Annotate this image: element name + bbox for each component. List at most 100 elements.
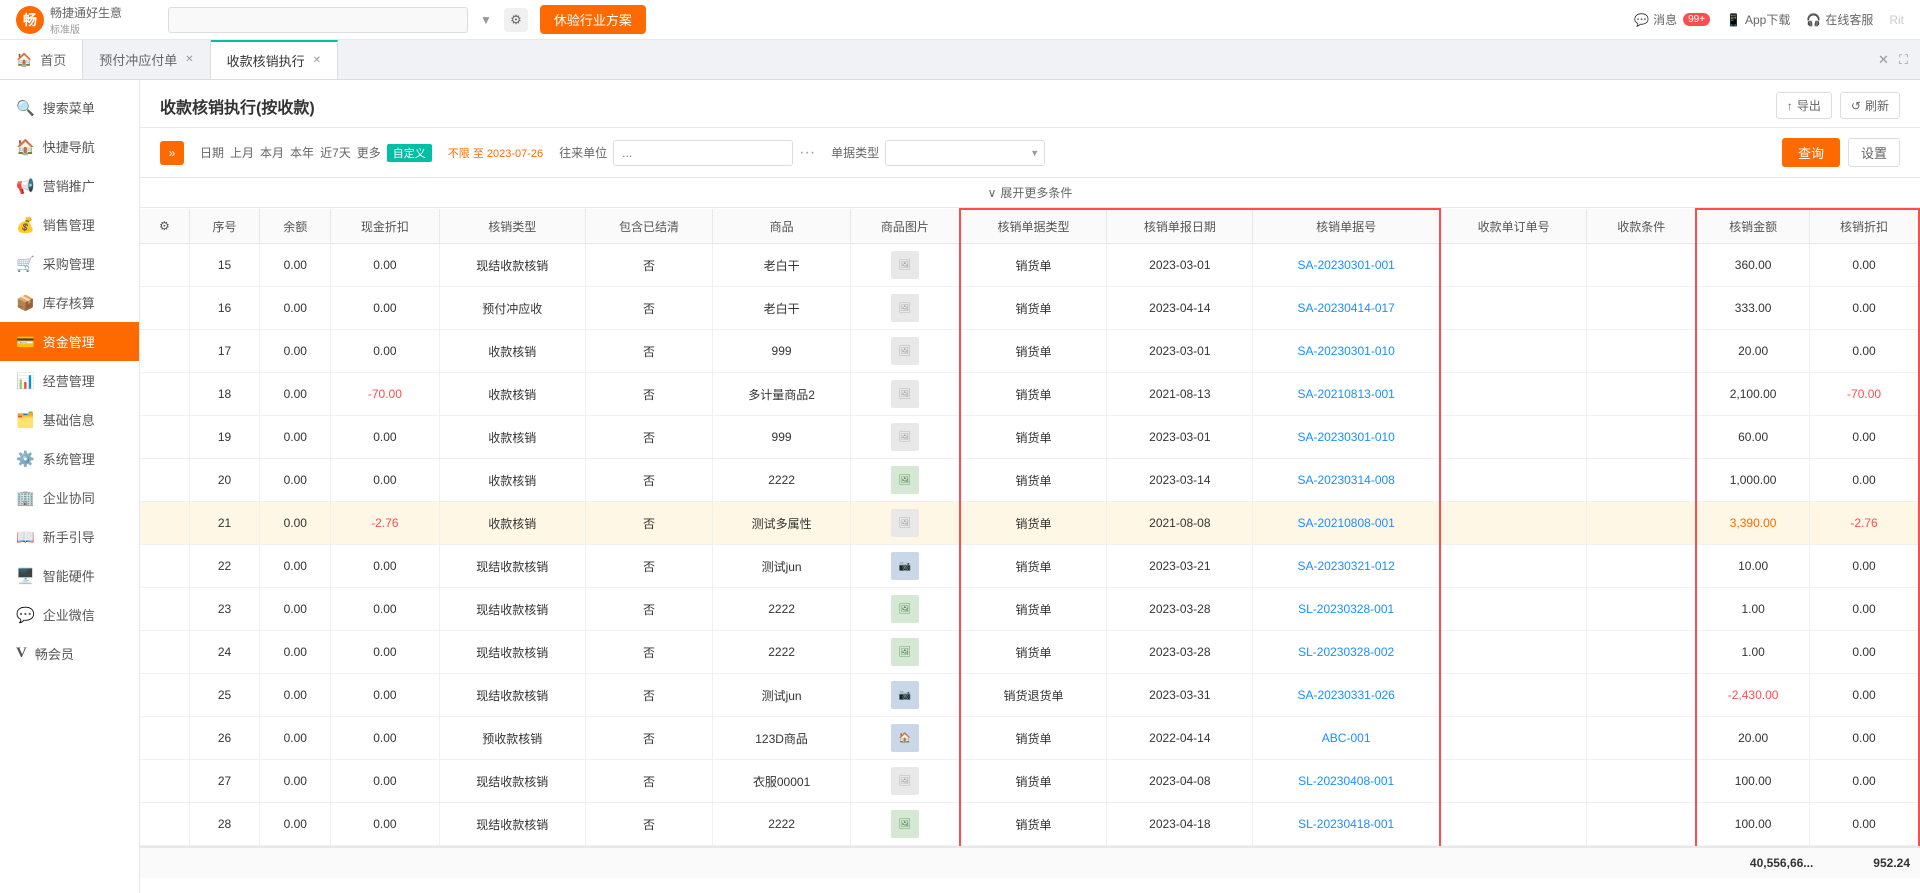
cell-writeoff-amount: 333.00 [1696, 287, 1810, 330]
tab-bar: 🏠 首页 预付冲应付单 ✕ 收款核销执行 ✕ ✕ ⛶ [0, 40, 1920, 80]
window-maximize-icon[interactable]: ⛶ [1899, 52, 1908, 68]
sidebar-item-wechat[interactable]: 💬 企业微信 [0, 595, 139, 634]
cell-actions [140, 330, 189, 373]
bill-no-link[interactable]: SL-20230328-002 [1298, 645, 1394, 659]
bill-no-link[interactable]: SA-20230321-012 [1297, 559, 1394, 573]
bill-no-link[interactable]: SA-20230314-008 [1297, 473, 1394, 487]
cell-product: 测试jun [713, 545, 851, 588]
sidebar-item-guide[interactable]: 📖 新手引导 [0, 517, 139, 556]
filter-actions: 查询 设置 [1782, 138, 1900, 167]
cell-include-settled: 否 [585, 588, 712, 631]
sidebar-item-sales[interactable]: 💰 销售管理 [0, 205, 139, 244]
dropdown-arrow-icon[interactable]: ▼ [480, 13, 492, 27]
bill-no-link[interactable]: SA-20210808-001 [1297, 516, 1394, 530]
bill-no-link[interactable]: SA-20230301-010 [1297, 344, 1394, 358]
sidebar-item-operations[interactable]: 📊 经营管理 [0, 361, 139, 400]
filter-this-month[interactable]: 本月 [260, 144, 284, 161]
bill-no-link[interactable]: SL-20230408-001 [1298, 774, 1394, 788]
cell-include-settled: 否 [585, 674, 712, 717]
cell-balance: 0.00 [260, 373, 331, 416]
partner-input[interactable] [613, 140, 793, 166]
bill-no-link[interactable]: ABC-001 [1322, 731, 1371, 745]
cell-receipt-order-no [1440, 502, 1587, 545]
bill-no-link[interactable]: SA-20230301-001 [1297, 258, 1394, 272]
sidebar-item-marketing[interactable]: 📢 营销推广 [0, 166, 139, 205]
cell-bill-type: 销货单 [960, 459, 1107, 502]
bill-no-link[interactable]: SA-20230414-017 [1297, 301, 1394, 315]
query-button[interactable]: 查询 [1782, 138, 1840, 167]
sidebar-item-finance[interactable]: 💳 资金管理 [0, 322, 139, 361]
sidebar-item-enterprise[interactable]: 🏢 企业协同 [0, 478, 139, 517]
filter-expand-button[interactable]: » [160, 141, 184, 165]
sidebar-item-inventory[interactable]: 📦 库存核算 [0, 283, 139, 322]
cell-writeoff-amount: 360.00 [1696, 244, 1810, 287]
sidebar-item-member[interactable]: V 畅会员 [0, 634, 139, 673]
filter-last7[interactable]: 近7天 [320, 144, 351, 161]
bill-type-select[interactable] [885, 140, 1045, 166]
table-row: 270.000.00现结收款核销否衣服00001🖼销货单2023-04-08SL… [140, 760, 1919, 803]
cell-writeoff-amount: 1.00 [1696, 631, 1810, 674]
col-product-img: 商品图片 [850, 209, 959, 244]
online-service-button[interactable]: 🎧 在线客服 [1806, 11, 1873, 28]
tab-receipt-close-icon[interactable]: ✕ [313, 55, 321, 66]
partner-more-icon[interactable]: ··· [799, 144, 815, 162]
cell-product-img: 🖼 [850, 244, 959, 287]
cell-receipt-order-no [1440, 287, 1587, 330]
cell-include-settled: 否 [585, 502, 712, 545]
filter-settings-button[interactable]: 设置 [1848, 138, 1900, 167]
window-close-icon[interactable]: ✕ [1878, 52, 1889, 68]
sidebar-item-quick-nav[interactable]: 🏠 快捷导航 [0, 127, 139, 166]
sidebar-item-hardware[interactable]: 🖥️ 智能硬件 [0, 556, 139, 595]
sidebar-item-search[interactable]: 🔍 搜索菜单 [0, 88, 139, 127]
notifications-button[interactable]: 💬 消息 99+ [1634, 11, 1710, 28]
cell-product-img: 🖼 [850, 502, 959, 545]
search-input[interactable] [168, 7, 468, 33]
cell-product: 多计量商品2 [713, 373, 851, 416]
export-button[interactable]: ↑ 导出 [1776, 92, 1832, 119]
cell-bill-no: SL-20230328-002 [1253, 631, 1440, 674]
refresh-button[interactable]: ↺ 刷新 [1840, 92, 1900, 119]
cell-writeoff-discount: -70.00 [1810, 373, 1919, 416]
tab-home[interactable]: 🏠 首页 [0, 40, 83, 79]
cell-bill-date: 2023-03-28 [1107, 588, 1253, 631]
filter-this-year[interactable]: 本年 [290, 144, 314, 161]
cell-bill-no: SA-20230301-001 [1253, 244, 1440, 287]
cell-writeoff-discount: 0.00 [1810, 803, 1919, 846]
settings-icon[interactable]: ⚙ [504, 8, 528, 32]
home-icon: 🏠 [16, 52, 32, 68]
cell-writeoff-discount: 0.00 [1810, 760, 1919, 803]
cell-writeoff-amount: 100.00 [1696, 760, 1810, 803]
cell-receipt-order-no [1440, 416, 1587, 459]
app-download-button[interactable]: 📱 App下载 [1726, 11, 1790, 28]
cell-index: 27 [189, 760, 260, 803]
filter-last-month[interactable]: 上月 [230, 144, 254, 161]
filter-custom-badge[interactable]: 自定义 [387, 144, 432, 162]
table-row: 260.000.00预收款核销否123D商品🏠销货单2022-04-14ABC-… [140, 717, 1919, 760]
sidebar-item-system[interactable]: ⚙️ 系统管理 [0, 439, 139, 478]
industry-solution-button[interactable]: 休验行业方案 [540, 5, 646, 34]
bill-no-link[interactable]: SL-20230328-001 [1298, 602, 1394, 616]
cell-writeoff-amount: 100.00 [1696, 803, 1810, 846]
table-settings-icon[interactable]: ⚙ [159, 219, 170, 233]
col-settings[interactable]: ⚙ [140, 209, 189, 244]
tab-prepay-close-icon[interactable]: ✕ [185, 54, 193, 65]
cell-writeoff-type: 现结收款核销 [439, 760, 585, 803]
filter-more[interactable]: 更多 [357, 144, 381, 161]
cell-product: 999 [713, 330, 851, 373]
bill-no-link[interactable]: SA-20230301-010 [1297, 430, 1394, 444]
col-include-settled: 包含已结清 [585, 209, 712, 244]
cell-discount: -70.00 [331, 373, 439, 416]
expand-more-bar[interactable]: ∨ 展开更多条件 [140, 178, 1920, 208]
bill-no-link[interactable]: SA-20210813-001 [1297, 387, 1394, 401]
bill-no-link[interactable]: SA-20230331-026 [1297, 688, 1394, 702]
sidebar-item-basic[interactable]: 🗂️ 基础信息 [0, 400, 139, 439]
member-icon: V [16, 645, 27, 662]
refresh-icon: ↺ [1851, 99, 1861, 113]
sidebar-item-purchase[interactable]: 🛒 采购管理 [0, 244, 139, 283]
tab-prepay[interactable]: 预付冲应付单 ✕ [83, 40, 210, 79]
cell-actions [140, 459, 189, 502]
bill-no-link[interactable]: SL-20230418-001 [1298, 817, 1394, 831]
tab-receipt[interactable]: 收款核销执行 ✕ [211, 40, 338, 79]
wechat-icon: 💬 [16, 606, 35, 624]
cell-include-settled: 否 [585, 717, 712, 760]
